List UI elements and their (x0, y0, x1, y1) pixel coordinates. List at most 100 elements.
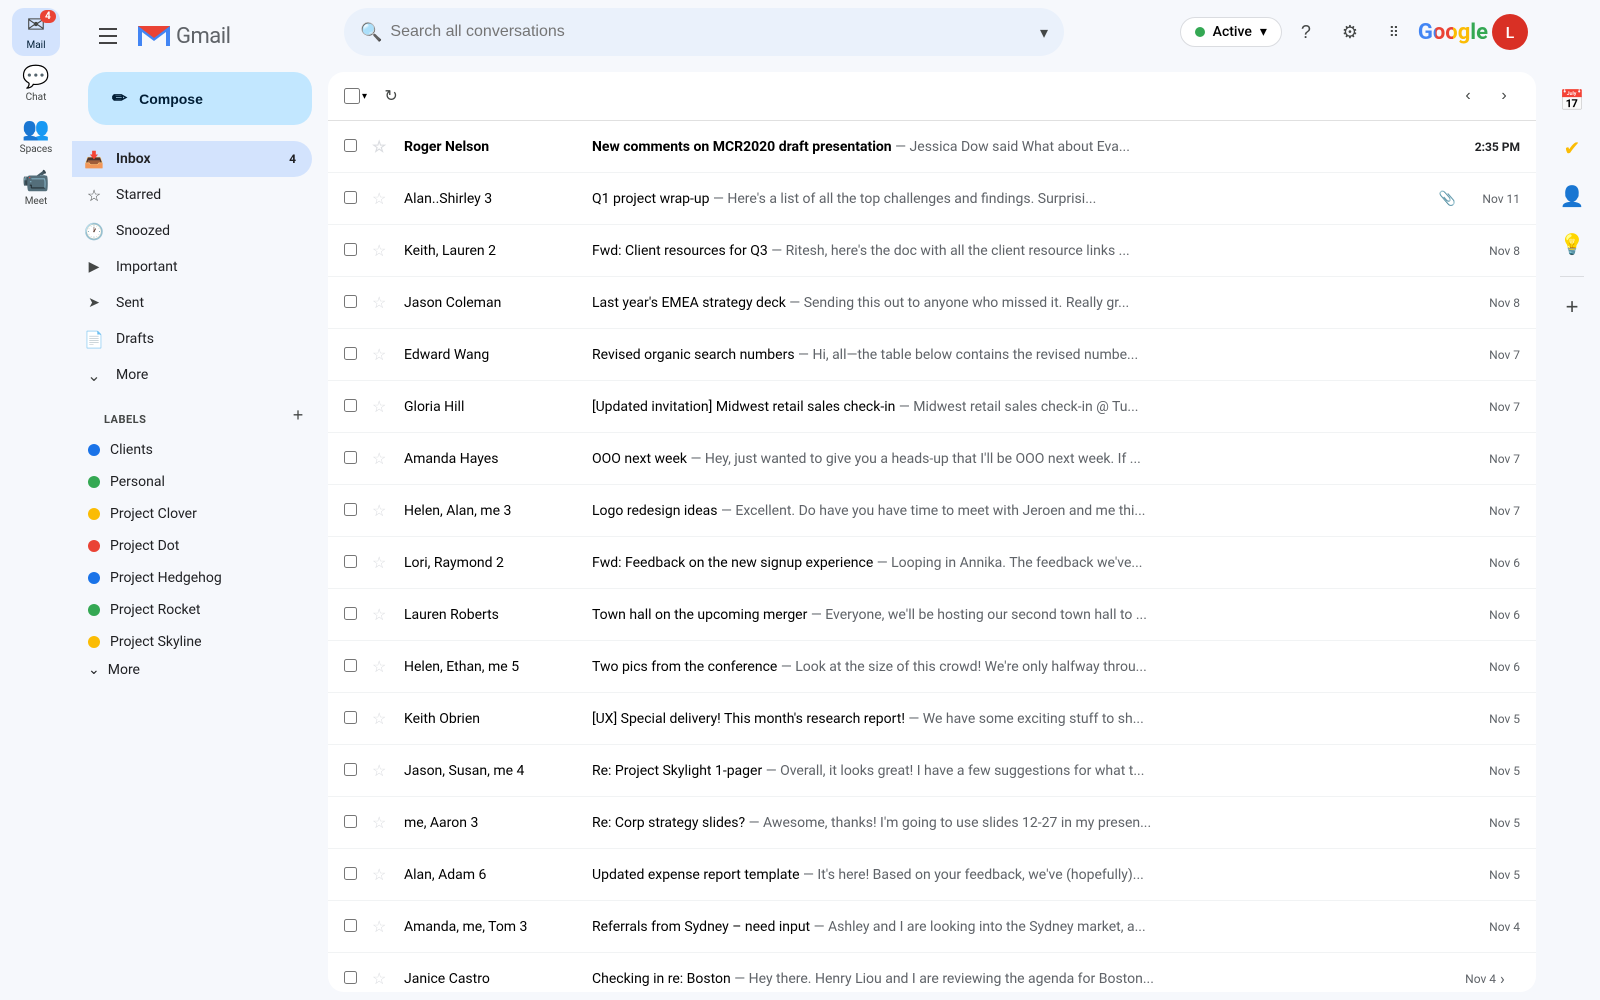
label-item-personal[interactable]: Personal (72, 466, 328, 498)
refresh-button[interactable]: ↻ (375, 80, 407, 112)
nav-item-drafts[interactable]: 📄 Drafts (72, 321, 312, 357)
contacts-icon-btn[interactable]: 👤 (1552, 176, 1592, 216)
row-checkbox[interactable] (344, 191, 357, 204)
star-icon[interactable]: ☆ (372, 969, 396, 988)
star-icon[interactable]: ☆ (372, 605, 396, 624)
email-row[interactable]: ☆ Jason Coleman Last year's EMEA strateg… (328, 277, 1536, 329)
row-checkbox[interactable] (344, 555, 357, 568)
row-checkbox[interactable] (344, 659, 357, 672)
label-item-project-skyline[interactable]: Project Skyline (72, 626, 328, 658)
add-panel-button[interactable]: + (1554, 289, 1590, 325)
row-checkbox[interactable] (344, 347, 357, 360)
star-icon[interactable]: ☆ (372, 137, 396, 156)
row-checkbox[interactable] (344, 503, 357, 516)
star-icon[interactable]: ☆ (372, 449, 396, 468)
label-item-project-clover[interactable]: Project Clover (72, 498, 328, 530)
sidebar-item-meet[interactable]: 📹 Meet (12, 164, 60, 212)
email-row[interactable]: ☆ Helen, Alan, me 3 Logo redesign ideas … (328, 485, 1536, 537)
nav-item-starred[interactable]: ☆ Starred (72, 177, 312, 213)
row-checkbox[interactable] (344, 451, 357, 464)
sidebar-item-spaces[interactable]: 👥 Spaces (12, 112, 60, 160)
row-checkbox[interactable] (344, 139, 357, 152)
row-checkbox[interactable] (344, 711, 357, 724)
row-checkbox[interactable] (344, 607, 357, 620)
row-checkbox[interactable] (344, 815, 357, 828)
star-icon[interactable]: ☆ (372, 657, 396, 676)
email-subject: Referrals from Sydney – need input (592, 919, 810, 935)
keep-icon-btn[interactable]: 💡 (1552, 224, 1592, 264)
label-item-clients[interactable]: Clients (72, 434, 328, 466)
nav-item-snoozed[interactable]: 🕐 Snoozed (72, 213, 312, 249)
select-all-checkbox[interactable] (344, 88, 360, 104)
star-icon[interactable]: ☆ (372, 345, 396, 364)
hamburger-menu[interactable] (88, 16, 128, 56)
star-icon[interactable]: ☆ (372, 917, 396, 936)
email-subject: Q1 project wrap-up (592, 191, 710, 207)
compose-button[interactable]: ✏ Compose (88, 72, 312, 125)
star-icon[interactable]: ☆ (372, 501, 396, 520)
calendar-icon-btn[interactable]: 📅 (1552, 80, 1592, 120)
email-subject: Fwd: Feedback on the new signup experien… (592, 555, 873, 571)
email-row[interactable]: ☆ Roger Nelson New comments on MCR2020 d… (328, 121, 1536, 173)
row-checkbox[interactable] (344, 867, 357, 880)
email-row[interactable]: ☆ Gloria Hill [Updated invitation] Midwe… (328, 381, 1536, 433)
star-icon[interactable]: ☆ (372, 813, 396, 832)
email-row[interactable]: ☆ me, Aaron 3 Re: Corp strategy slides? … (328, 797, 1536, 849)
row-checkbox[interactable] (344, 295, 357, 308)
search-dropdown-icon[interactable]: ▾ (1040, 23, 1048, 42)
star-icon[interactable]: ☆ (372, 709, 396, 728)
star-icon[interactable]: ☆ (372, 553, 396, 572)
star-icon[interactable]: ☆ (372, 397, 396, 416)
settings-button[interactable]: ⚙ (1330, 12, 1370, 52)
tasks-icon-btn[interactable]: ✔ (1552, 128, 1592, 168)
row-checkbox[interactable] (344, 243, 357, 256)
nav-item-inbox[interactable]: 📥 Inbox 4 (72, 141, 312, 177)
star-icon[interactable]: ☆ (372, 761, 396, 780)
email-row[interactable]: ☆ Edward Wang Revised organic search num… (328, 329, 1536, 381)
email-row[interactable]: ☆ Lauren Roberts Town hall on the upcomi… (328, 589, 1536, 641)
email-row[interactable]: ☆ Keith Obrien [UX] Special delivery! Th… (328, 693, 1536, 745)
email-row[interactable]: ☆ Alan..Shirley 3 Q1 project wrap-up — H… (328, 173, 1536, 225)
more-labels-button[interactable]: ⌄ More (72, 658, 328, 682)
nav-item-important[interactable]: ▶ Important (72, 249, 312, 285)
row-checkbox[interactable] (344, 971, 357, 984)
star-icon[interactable]: ☆ (372, 241, 396, 260)
nav-item-sent[interactable]: ➤ Sent (72, 285, 312, 321)
email-row[interactable]: ☆ Helen, Ethan, me 5 Two pics from the c… (328, 641, 1536, 693)
add-label-button[interactable]: + (284, 402, 312, 430)
spaces-label: Spaces (20, 144, 53, 155)
apps-button[interactable]: ⠿ (1374, 12, 1414, 52)
email-preview: — We have some exciting stuff to sh... (908, 711, 1143, 727)
email-row[interactable]: ☆ Amanda Hayes OOO next week — Hey, just… (328, 433, 1536, 485)
next-page-button[interactable]: › (1488, 80, 1520, 112)
email-sender: Helen, Alan, me 3 (400, 503, 580, 519)
select-all-dropdown[interactable]: ▾ (362, 91, 367, 102)
email-preview: — Overall, it looks great! I have a few … (766, 763, 1145, 779)
prev-page-button[interactable]: ‹ (1452, 80, 1484, 112)
label-item-project-dot[interactable]: Project Dot (72, 530, 328, 562)
search-input[interactable] (390, 23, 1032, 41)
active-status-badge[interactable]: Active ▾ (1180, 17, 1282, 47)
user-avatar[interactable]: L (1492, 14, 1528, 50)
email-row[interactable]: ☆ Janice Castro Checking in re: Boston —… (328, 953, 1536, 992)
sidebar-item-mail[interactable]: ✉ Mail 4 (12, 8, 60, 56)
email-row[interactable]: ☆ Alan, Adam 6 Updated expense report te… (328, 849, 1536, 901)
row-checkbox[interactable] (344, 919, 357, 932)
email-row[interactable]: ☆ Lori, Raymond 2 Fwd: Feedback on the n… (328, 537, 1536, 589)
google-logo[interactable]: Google (1418, 20, 1488, 45)
label-dot-clients (88, 444, 100, 456)
star-icon[interactable]: ☆ (372, 189, 396, 208)
star-icon[interactable]: ☆ (372, 865, 396, 884)
help-button[interactable]: ? (1286, 12, 1326, 52)
email-row[interactable]: ☆ Jason, Susan, me 4 Re: Project Skyligh… (328, 745, 1536, 797)
search-bar[interactable]: 🔍 ▾ (344, 8, 1064, 56)
label-item-project-rocket[interactable]: Project Rocket (72, 594, 328, 626)
label-item-project-hedgehog[interactable]: Project Hedgehog (72, 562, 328, 594)
row-checkbox[interactable] (344, 763, 357, 776)
row-checkbox[interactable] (344, 399, 357, 412)
nav-item-more[interactable]: ⌄ More (72, 357, 312, 393)
star-icon[interactable]: ☆ (372, 293, 396, 312)
email-row[interactable]: ☆ Keith, Lauren 2 Fwd: Client resources … (328, 225, 1536, 277)
sidebar-item-chat[interactable]: 💬 Chat (12, 60, 60, 108)
email-row[interactable]: ☆ Amanda, me, Tom 3 Referrals from Sydne… (328, 901, 1536, 953)
